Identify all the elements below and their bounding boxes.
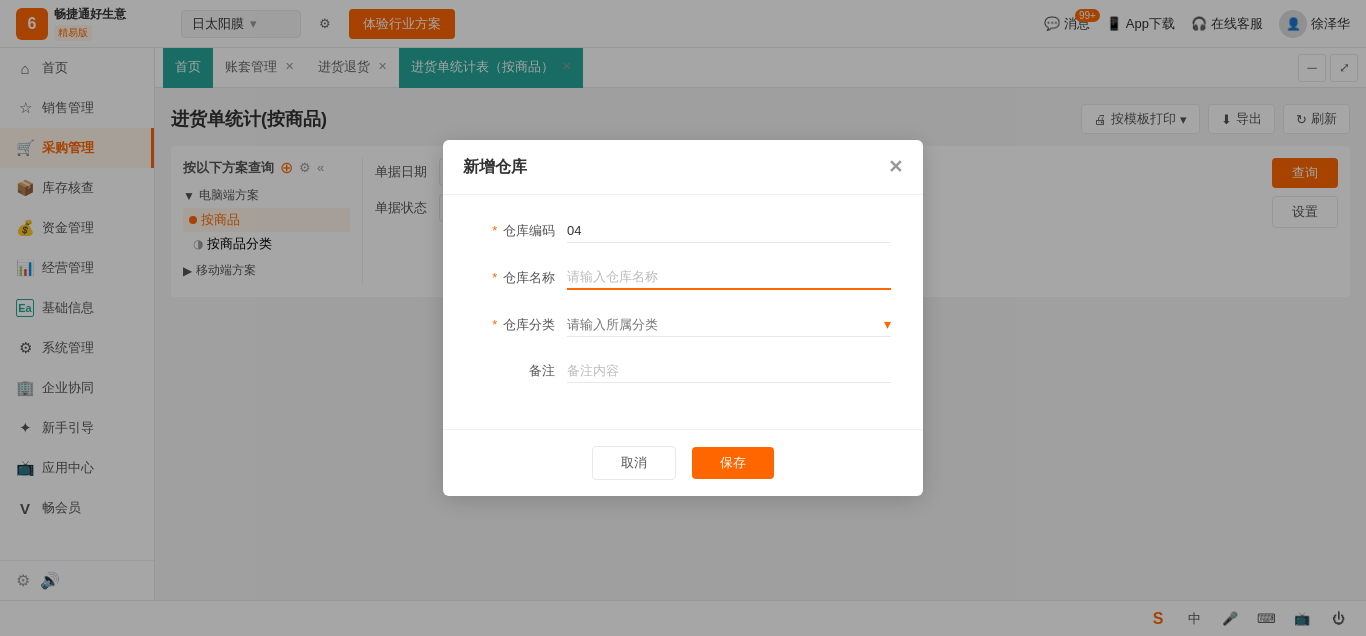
- modal-close-button[interactable]: ✕: [888, 156, 903, 178]
- form-item-code: * 仓库编码: [475, 219, 891, 243]
- modal-title: 新增仓库: [463, 157, 527, 178]
- cancel-button[interactable]: 取消: [592, 446, 676, 480]
- modal-footer: 取消 保存: [443, 429, 923, 496]
- required-star-code: *: [492, 223, 497, 238]
- note-label: 备注: [475, 362, 555, 380]
- modal-body: * 仓库编码 * 仓库名称 * 仓库分类: [443, 195, 923, 429]
- form-item-category: * 仓库分类 ▾: [475, 312, 891, 337]
- required-star-name: *: [492, 270, 497, 285]
- code-input[interactable]: [567, 219, 891, 243]
- category-input[interactable]: [567, 317, 884, 332]
- form-item-name: * 仓库名称: [475, 265, 891, 290]
- code-label: * 仓库编码: [475, 222, 555, 240]
- required-star-category: *: [492, 317, 497, 332]
- name-input[interactable]: [567, 265, 891, 290]
- modal-header: 新增仓库 ✕: [443, 140, 923, 195]
- note-input[interactable]: [567, 359, 891, 383]
- name-label: * 仓库名称: [475, 269, 555, 287]
- form-item-note: 备注: [475, 359, 891, 383]
- save-button[interactable]: 保存: [692, 447, 774, 479]
- category-dropdown-icon: ▾: [884, 316, 891, 332]
- add-warehouse-modal: 新增仓库 ✕ * 仓库编码 * 仓库名称: [443, 140, 923, 496]
- category-label: * 仓库分类: [475, 316, 555, 334]
- modal-overlay: 新增仓库 ✕ * 仓库编码 * 仓库名称: [0, 0, 1366, 636]
- category-selector[interactable]: ▾: [567, 312, 891, 337]
